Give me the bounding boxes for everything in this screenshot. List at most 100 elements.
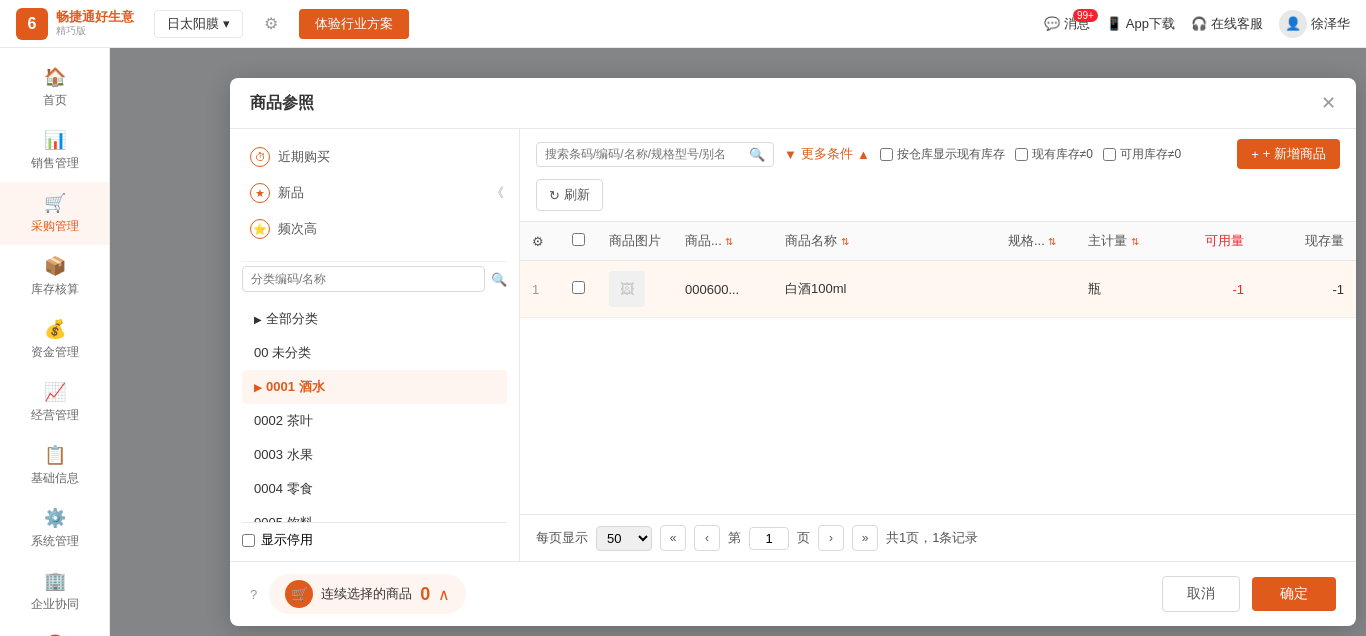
category-item-tea[interactable]: 0002 茶叶 bbox=[242, 404, 507, 438]
modal-title: 商品参照 bbox=[250, 93, 314, 114]
cart-collapse-button[interactable]: ∧ bbox=[438, 585, 450, 604]
sidebar-item-label: 系统管理 bbox=[31, 533, 79, 550]
frequent-icon: ⭐ bbox=[250, 219, 270, 239]
sidebar-item-basic-info[interactable]: 📋 基础信息 bbox=[0, 434, 109, 497]
phone-icon: 📱 bbox=[1106, 16, 1122, 31]
sidebar-item-sales[interactable]: 📊 销售管理 bbox=[0, 119, 109, 182]
new-icon: ★ bbox=[250, 183, 270, 203]
confirm-button[interactable]: 确定 bbox=[1252, 577, 1336, 611]
sidebar-item-operation[interactable]: 📈 经营管理 bbox=[0, 371, 109, 434]
filter-button[interactable]: ▼ 更多条件 ▲ bbox=[784, 145, 870, 163]
th-spec: 规格... ⇅ bbox=[996, 222, 1076, 261]
available-nonzero-checkbox[interactable] bbox=[1103, 148, 1116, 161]
select-all-checkbox[interactable] bbox=[572, 233, 585, 246]
category-search-row: 🔍 bbox=[242, 266, 507, 292]
close-button[interactable]: ✕ bbox=[1321, 92, 1336, 114]
product-search-input[interactable] bbox=[545, 147, 745, 161]
available-nonzero-checkbox-row: 可用库存≠0 bbox=[1103, 146, 1181, 163]
warehouse-display-checkbox[interactable] bbox=[880, 148, 893, 161]
sidebar-item-system[interactable]: ⚙️ 系统管理 bbox=[0, 497, 109, 560]
quick-link-new[interactable]: ★ 新品 bbox=[242, 177, 487, 209]
show-disabled-checkbox[interactable] bbox=[242, 534, 255, 547]
sort-icon[interactable]: ⇅ bbox=[725, 236, 733, 247]
product-table: ⚙ 商品图片 商品... ⇅ 商品名称 ⇅ bbox=[520, 222, 1356, 318]
row-stock: -1 bbox=[1256, 261, 1356, 318]
sort-icon[interactable]: ⇅ bbox=[1048, 236, 1056, 247]
operation-icon: 📈 bbox=[44, 381, 66, 403]
row-name: 白酒100ml bbox=[773, 261, 996, 318]
per-page-select[interactable]: 50 100 200 bbox=[596, 526, 652, 551]
cart-area[interactable]: 🛒 连续选择的商品 0 ∧ bbox=[269, 574, 466, 614]
prev-page-button[interactable]: ‹ bbox=[694, 525, 720, 551]
category-label: 0003 水果 bbox=[254, 446, 313, 464]
th-stock: 现存量 bbox=[1256, 222, 1356, 261]
enterprise-icon: 🏢 bbox=[44, 570, 66, 592]
sidebar-item-inventory[interactable]: 📦 库存核算 bbox=[0, 245, 109, 308]
help-button[interactable]: ? bbox=[250, 587, 257, 602]
available-nonzero-label: 可用库存≠0 bbox=[1120, 146, 1181, 163]
cancel-button[interactable]: 取消 bbox=[1162, 576, 1240, 612]
user-area[interactable]: 👤 徐泽华 bbox=[1279, 10, 1350, 38]
quick-link-label: 新品 bbox=[278, 184, 304, 202]
row-img: 🖼 bbox=[597, 261, 673, 318]
messages-button[interactable]: 💬 消息 99+ bbox=[1044, 15, 1090, 33]
toolbar: 🔍 ▼ 更多条件 ▲ 按仓库显示现有库存 bbox=[520, 129, 1356, 222]
row-available: -1 bbox=[1156, 261, 1256, 318]
cart-text: 连续选择的商品 bbox=[321, 585, 412, 603]
table-row[interactable]: 1 🖼 000600... 白酒100ml 瓶 -1 bbox=[520, 261, 1356, 318]
home-icon: 🏠 bbox=[44, 66, 66, 88]
collapse-button[interactable]: 《 bbox=[487, 183, 507, 203]
add-product-button[interactable]: + + 新增商品 bbox=[1237, 139, 1340, 169]
user-name: 徐泽华 bbox=[1311, 15, 1350, 33]
category-label: 0001 酒水 bbox=[266, 378, 325, 396]
first-page-button[interactable]: « bbox=[660, 525, 686, 551]
basic-info-icon: 📋 bbox=[44, 444, 66, 466]
category-item-snacks[interactable]: 0004 零食 bbox=[242, 472, 507, 506]
next-page-button[interactable]: › bbox=[818, 525, 844, 551]
nav-dropdown[interactable]: 日太阳膜 ▾ bbox=[154, 10, 243, 38]
last-page-button[interactable]: » bbox=[852, 525, 878, 551]
category-item-uncategorized[interactable]: 00 未分类 bbox=[242, 336, 507, 370]
sidebar-item-label: 基础信息 bbox=[31, 470, 79, 487]
sidebar-item-enterprise[interactable]: 🏢 企业协同 bbox=[0, 560, 109, 623]
category-item-all[interactable]: ▶ 全部分类 bbox=[242, 302, 507, 336]
filter-arrow-icon: ▲ bbox=[857, 147, 870, 162]
app-download-button[interactable]: 📱 App下载 bbox=[1106, 15, 1175, 33]
cart-icon: 🛒 bbox=[285, 580, 313, 608]
sidebar-item-label: 库存核算 bbox=[31, 281, 79, 298]
page-label: 第 bbox=[728, 529, 741, 547]
sort-icon[interactable]: ⇅ bbox=[1131, 236, 1139, 247]
sidebar-item-purchase[interactable]: 🛒 采购管理 bbox=[0, 182, 109, 245]
modal-footer: ? 🛒 连续选择的商品 0 ∧ 取消 确定 bbox=[230, 561, 1356, 626]
category-item-beverage[interactable]: 0005 饮料 bbox=[242, 506, 507, 522]
search-icon[interactable]: 🔍 bbox=[749, 147, 765, 162]
trial-button[interactable]: 体验行业方案 bbox=[299, 9, 409, 39]
warehouse-checkbox-row: 按仓库显示现有库存 bbox=[880, 146, 1005, 163]
sidebar-item-guide[interactable]: 🎯 新手引导 bbox=[0, 623, 109, 636]
online-service-button[interactable]: 🎧 在线客服 bbox=[1191, 15, 1263, 33]
sidebar-item-home[interactable]: 🏠 首页 bbox=[0, 56, 109, 119]
message-icon: 💬 bbox=[1044, 16, 1060, 31]
cart-count: 0 bbox=[420, 584, 430, 605]
quick-link-recent[interactable]: ⏱ 近期购买 bbox=[242, 141, 487, 173]
row-checkbox[interactable] bbox=[572, 281, 585, 294]
show-disabled-label: 显示停用 bbox=[261, 531, 313, 549]
filter-label: 更多条件 bbox=[801, 145, 853, 163]
settings-icon[interactable]: ⚙ bbox=[532, 234, 544, 249]
page-input[interactable] bbox=[749, 527, 789, 550]
quick-link-frequent[interactable]: ⭐ 频次高 bbox=[242, 213, 487, 245]
avatar: 👤 bbox=[1279, 10, 1307, 38]
gear-icon[interactable]: ⚙ bbox=[255, 8, 287, 40]
row-spec bbox=[996, 261, 1076, 318]
sidebar: 🏠 首页 📊 销售管理 🛒 采购管理 📦 库存核算 💰 资金管理 📈 经营管理 … bbox=[0, 48, 110, 636]
category-search-button[interactable]: 🔍 bbox=[491, 272, 507, 287]
modal-dialog: 商品参照 ✕ ⏱ 近期购买 ★ bbox=[230, 78, 1356, 626]
stock-nonzero-checkbox[interactable] bbox=[1015, 148, 1028, 161]
refresh-button[interactable]: ↻ 刷新 bbox=[536, 179, 603, 211]
sort-icon[interactable]: ⇅ bbox=[841, 236, 849, 247]
category-item-alcohol[interactable]: ▶ 0001 酒水 bbox=[242, 370, 507, 404]
category-item-fruit[interactable]: 0003 水果 bbox=[242, 438, 507, 472]
arrow-icon: ▶ bbox=[254, 314, 262, 325]
sidebar-item-finance[interactable]: 💰 资金管理 bbox=[0, 308, 109, 371]
category-search-input[interactable] bbox=[242, 266, 485, 292]
